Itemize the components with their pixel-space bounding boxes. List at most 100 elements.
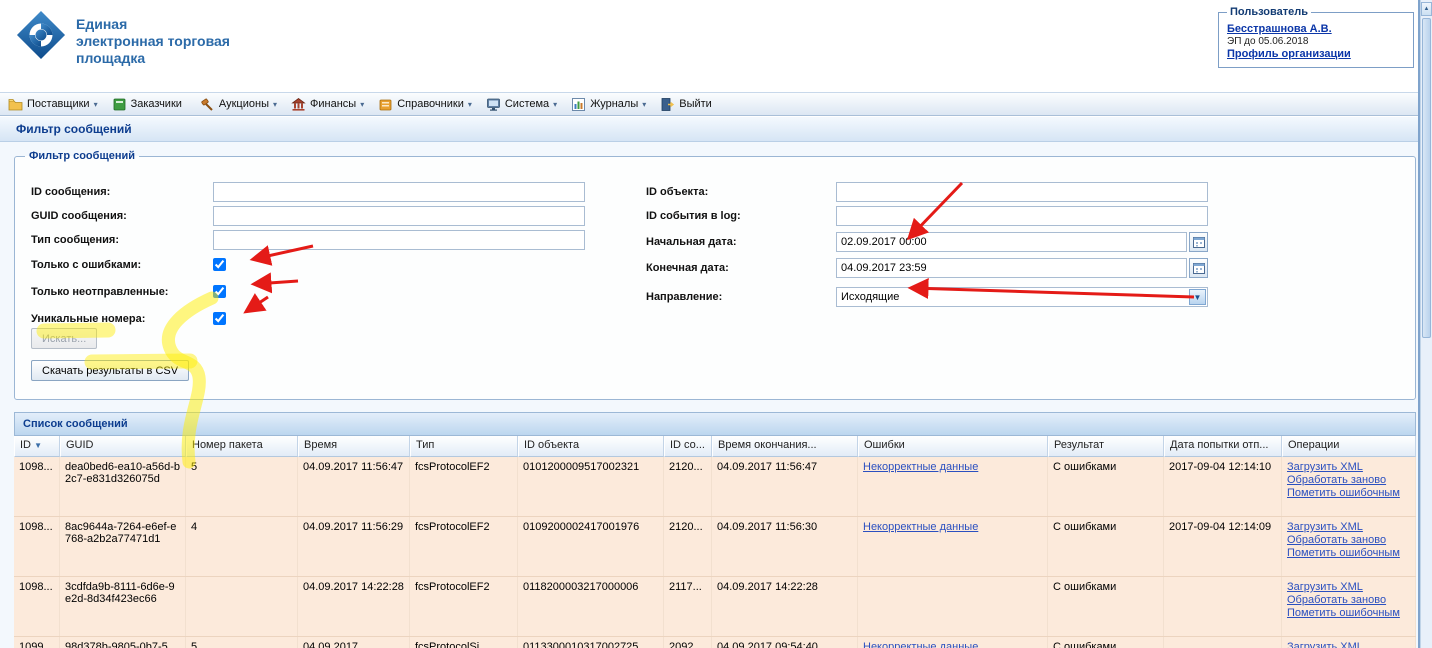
message-id-input[interactable] [213,182,585,202]
menu-finances[interactable]: Финансы ▾ [291,97,364,112]
label-message-type: Тип сообщения: [31,234,119,246]
op-load-xml-link[interactable]: Загрузить XML [1287,641,1410,648]
log-event-input[interactable] [836,206,1208,226]
column-end-time[interactable]: Время окончания... [712,436,858,457]
cell-operations: Загрузить XML Обработать заново Пометить… [1282,517,1416,576]
auctions-gavel-icon [201,98,213,111]
menu-exit-label: Выйти [679,98,712,110]
column-object-id[interactable]: ID объекта [518,436,664,457]
menu-suppliers[interactable]: Поставщики ▾ [8,97,98,112]
column-result[interactable]: Результат [1048,436,1164,457]
menu-finances-label: Финансы [310,98,357,110]
cell-object-id: 0109200002417001976 [518,517,664,576]
cell-object-id: 0113300010317002725 [518,637,664,648]
brand-line-2: электронная торговая [76,33,230,49]
chevron-down-icon: ▾ [360,99,365,109]
op-mark-error-link[interactable]: Пометить ошибочным [1287,547,1410,559]
page-title-bar: Фильтр сообщений [0,117,1420,142]
cell-guid: 98d378b-9805-0b7-5... [60,637,186,648]
directories-folder-icon [379,99,392,110]
label-object-id: ID объекта: [646,186,709,198]
customers-book-icon [113,98,125,110]
cell-time: 04.09.2017 14:22:28 [298,577,410,636]
finances-bank-icon [291,97,306,111]
user-box: Пользователь Бесстрашнова А.В. ЭП до 05.… [1218,6,1414,68]
column-errors[interactable]: Ошибки [858,436,1048,457]
object-id-input[interactable] [836,182,1208,202]
user-name-link[interactable]: Бесстрашнова А.В. [1227,23,1405,35]
menu-journals[interactable]: Журналы ▾ [571,97,646,112]
cell-attempt-date: 2017-09-04 12:14:10 [1164,457,1282,516]
vertical-scrollbar[interactable]: ▲ [1420,0,1432,648]
cell-id: 1099... [14,637,60,648]
column-packet[interactable]: Номер пакета [186,436,298,457]
unique-numbers-checkbox[interactable] [213,312,226,325]
cell-packet [186,577,298,636]
op-mark-error-link[interactable]: Пометить ошибочным [1287,607,1410,619]
label-start-date: Начальная дата: [646,236,737,248]
menu-directories-label: Справочники [397,98,464,110]
end-date-input[interactable] [836,258,1187,278]
message-type-input[interactable] [213,230,585,250]
filter-fieldset: Фильтр сообщений ID сообщения: GUID сооб… [14,150,1416,400]
op-load-xml-link[interactable]: Загрузить XML [1287,461,1410,473]
menu-suppliers-label: Поставщики [27,98,90,110]
org-profile-link[interactable]: Профиль организации [1227,48,1405,60]
column-operations[interactable]: Операции [1282,436,1416,457]
cell-attempt-date: 2017-09-04 12:14:09 [1164,517,1282,576]
only-errors-checkbox[interactable] [213,258,226,271]
search-button[interactable]: Искать... [31,328,98,349]
column-id[interactable]: ID ▼ [14,436,60,457]
scroll-up-icon[interactable]: ▲ [1421,2,1432,16]
op-reprocess-link[interactable]: Обработать заново [1287,594,1410,606]
menu-system[interactable]: Система ▾ [486,97,557,112]
main-menu: Поставщики ▾ Заказчики Аукционы ▾ Финанс… [0,92,1420,116]
menu-auctions-label: Аукционы [218,98,269,110]
menu-exit[interactable]: Выйти [660,97,716,112]
menu-customers[interactable]: Заказчики [112,97,186,112]
cell-attempt-date [1164,637,1282,648]
op-load-xml-link[interactable]: Загрузить XML [1287,581,1410,593]
label-end-date: Конечная дата: [646,262,729,274]
column-guid[interactable]: GUID [60,436,186,457]
error-details-link[interactable]: Некорректные данные [863,641,978,648]
column-attempt-date[interactable]: Дата попытки отп... [1164,436,1282,457]
end-date-group [836,258,1208,278]
brand-line-3: площадка [76,50,146,66]
chevron-down-icon: ▾ [467,99,472,109]
page-title: Фильтр сообщений [16,122,132,136]
chevron-down-icon: ▾ [272,99,277,109]
op-reprocess-link[interactable]: Обработать заново [1287,474,1410,486]
cell-attempt-date [1164,577,1282,636]
cell-time: 04.09.2017 [298,637,410,648]
menu-auctions[interactable]: Аукционы ▾ [200,97,277,112]
filter-legend: Фильтр сообщений [29,150,136,162]
cell-id: 1098... [14,457,60,516]
cell-event-id: 2117... [664,577,712,636]
end-date-calendar-button[interactable] [1189,258,1208,278]
op-mark-error-link[interactable]: Пометить ошибочным [1287,487,1410,499]
calendar-icon [1192,263,1205,274]
column-time[interactable]: Время [298,436,410,457]
cell-result: С ошибками [1048,577,1164,636]
message-guid-input[interactable] [213,206,585,226]
only-unsent-checkbox[interactable] [213,285,226,298]
scrollbar-thumb[interactable] [1422,18,1431,338]
error-details-link[interactable]: Некорректные данные [863,461,978,473]
label-log-event: ID события в log: [646,210,741,222]
cell-errors: Некорректные данные [858,457,1048,516]
op-reprocess-link[interactable]: Обработать заново [1287,534,1410,546]
column-event-id[interactable]: ID со... [664,436,712,457]
results-title: Список сообщений [23,418,128,430]
menu-directories[interactable]: Справочники ▾ [378,97,472,112]
dropdown-arrow-icon: ▼ [1189,289,1206,305]
start-date-input[interactable] [836,232,1187,252]
error-details-link[interactable]: Некорректные данные [863,521,978,533]
results-title-bar: Список сообщений [14,412,1416,436]
column-type[interactable]: Тип [410,436,518,457]
direction-select[interactable]: Исходящие ▼ [836,287,1208,307]
results-table-body: 1098... dea0bed6-ea10-a56d-b2c7-e831d326… [14,457,1416,648]
start-date-calendar-button[interactable] [1189,232,1208,252]
download-csv-button[interactable]: Скачать результаты в CSV [31,360,190,381]
op-load-xml-link[interactable]: Загрузить XML [1287,521,1410,533]
